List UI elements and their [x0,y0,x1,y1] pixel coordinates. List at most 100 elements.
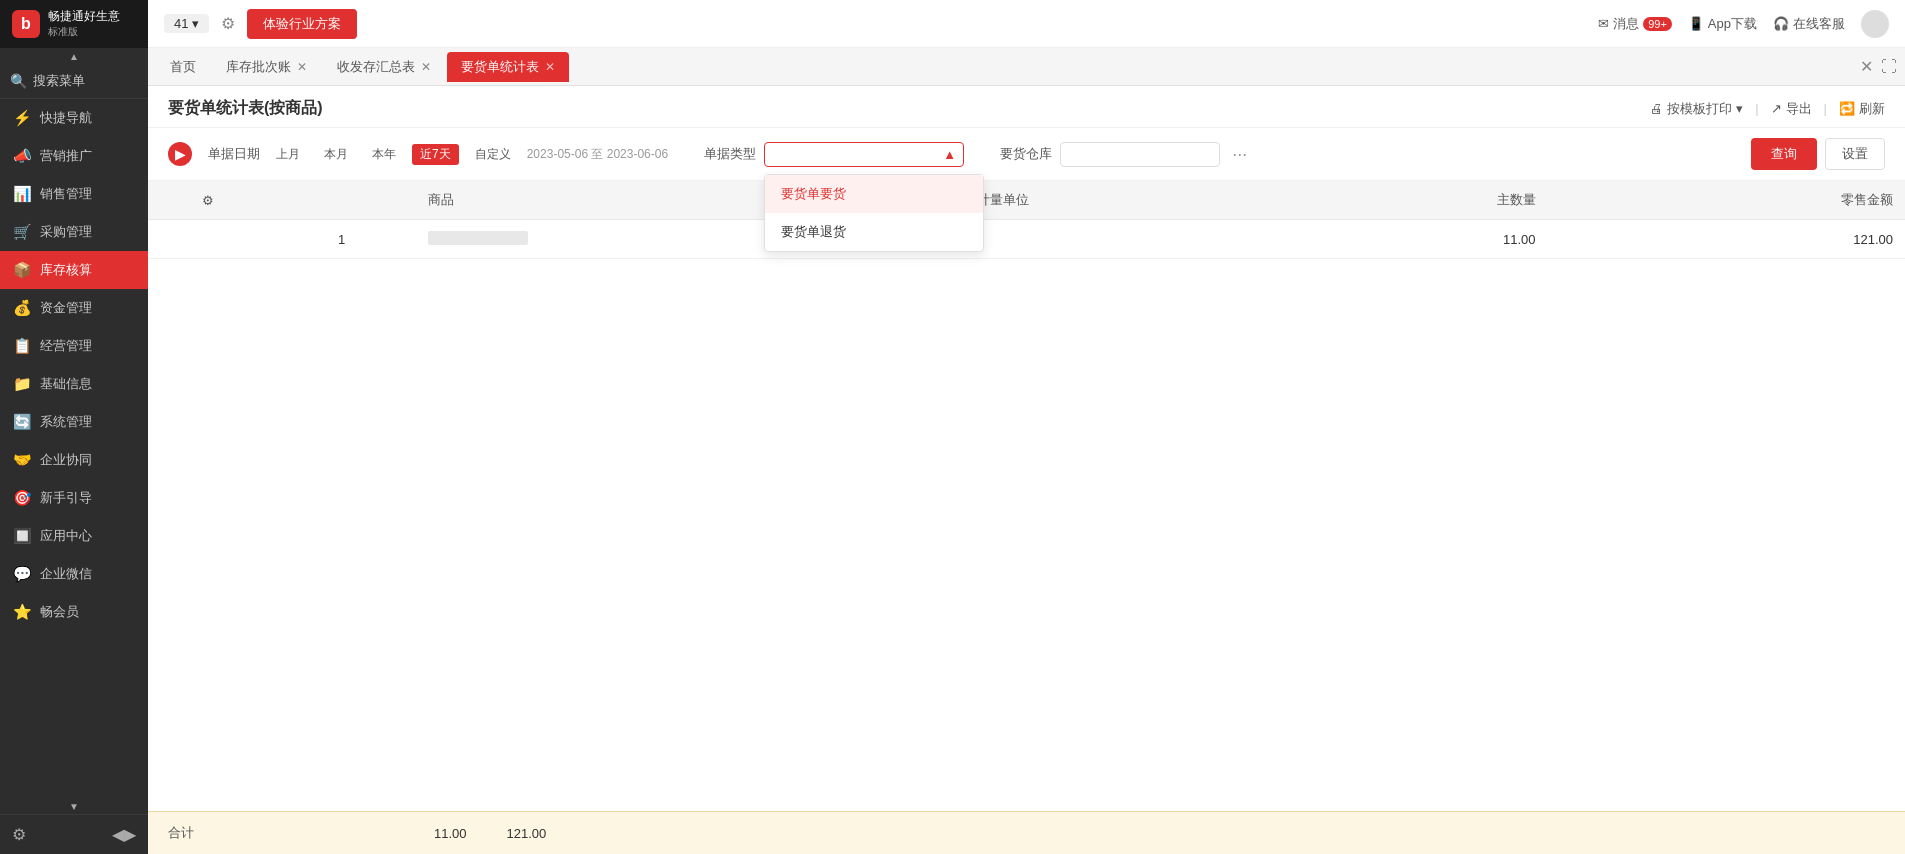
message-item[interactable]: ✉ 消息 99+ [1598,15,1672,33]
phone-icon: 📱 [1688,16,1704,31]
purchase-icon: 🛒 [12,223,32,241]
sidebar-item-wechat[interactable]: 💬 企业微信 [0,555,148,593]
user-avatar[interactable] [1861,10,1889,38]
date-last-7-btn[interactable]: 近7天 [412,144,459,165]
date-this-year-btn[interactable]: 本年 [364,144,404,165]
sidebar-item-sales[interactable]: 📊 销售管理 [0,175,148,213]
sidebar-item-label: 新手引导 [40,489,92,507]
sidebar-item-label: 企业微信 [40,565,92,583]
filter-expand-button[interactable]: ▶ [168,142,192,166]
total-qty: 11.00 [434,826,467,841]
setting-button[interactable]: 设置 [1825,138,1885,170]
sidebar-item-label: 营销推广 [40,147,92,165]
warehouse-filter-group: 要货仓库 ··· [1000,142,1247,167]
tab-inventory-batch[interactable]: 库存批次账 ✕ [212,52,321,82]
app-download-item[interactable]: 📱 App下载 [1688,15,1757,33]
collapse-icon[interactable]: ◀▶ [112,825,136,844]
table-row: 1 块 11.00 121.00 [148,220,1905,259]
sidebar-item-marketing[interactable]: 📣 营销推广 [0,137,148,175]
row-gear-cell [148,220,267,259]
table-footer: 合计 11.00 121.00 [148,811,1905,854]
sidebar-search[interactable]: 🔍 搜索菜单 [0,64,148,99]
column-qty: 主数量 [1250,181,1548,220]
tab-home-label: 首页 [170,58,196,76]
dropdown-item-label: 要货单退货 [781,224,846,239]
refresh-button[interactable]: 🔁 刷新 [1839,100,1885,118]
tab-collection-summary[interactable]: 收发存汇总表 ✕ [323,52,445,82]
type-filter-group: 单据类型 ▲ 要货单要货 要货单退货 [704,142,964,167]
chevron-up-icon[interactable]: ▲ [943,147,956,162]
sidebar-item-purchase[interactable]: 🛒 采购管理 [0,213,148,251]
sidebar-item-operation[interactable]: 📋 经营管理 [0,327,148,365]
tab-requisition-stats[interactable]: 要货单统计表 ✕ [447,52,569,82]
sidebar-item-label: 企业协同 [40,451,92,469]
tab-home[interactable]: 首页 [156,52,210,82]
refresh-icon: 🔁 [1839,101,1855,116]
row-unit-cell: 块 [952,220,1250,259]
dropdown-item-requisition-return[interactable]: 要货单退货 [765,213,983,251]
membership-icon: ⭐ [12,603,32,621]
date-custom-btn[interactable]: 自定义 [467,144,519,165]
trial-button[interactable]: 体验行业方案 [247,9,357,39]
dropdown-item-requisition-order[interactable]: 要货单要货 [765,175,983,213]
sidebar-item-label: 畅会员 [40,603,79,621]
sidebar-item-guide[interactable]: 🎯 新手引导 [0,479,148,517]
tab-count[interactable]: 41 ▾ [164,14,209,33]
chevron-down-icon: ▾ [1736,101,1743,116]
online-service-item[interactable]: 🎧 在线客服 [1773,15,1845,33]
date-filter-group: 单据日期 上月 本月 本年 近7天 自定义 2023-05-06 至 2023-… [208,144,668,165]
app-download-label: App下载 [1708,15,1757,33]
quick-nav-icon: ⚡ [12,109,32,127]
message-icon: ✉ [1598,16,1609,31]
close-icon[interactable]: ✕ [297,60,307,74]
query-button[interactable]: 查询 [1751,138,1817,170]
content-area: 要货单统计表(按商品) 🖨 按模板打印 ▾ | ↗ 导出 | 🔁 刷新 [148,86,1905,854]
settings-icon[interactable]: ⚙ [12,825,26,844]
refresh-label: 刷新 [1859,100,1885,118]
more-options-icon[interactable]: ··· [1232,144,1247,165]
column-gear[interactable]: ⚙ [148,181,267,220]
print-template-button[interactable]: 🖨 按模板打印 ▾ [1650,100,1743,118]
warehouse-filter-input[interactable] [1060,142,1220,167]
sidebar-item-quick-nav[interactable]: ⚡ 快捷导航 [0,99,148,137]
divider: | [1824,101,1827,116]
sidebar-item-basic[interactable]: 📁 基础信息 [0,365,148,403]
online-service-label: 在线客服 [1793,15,1845,33]
topbar-left: 41 ▾ ⚙ 体验行业方案 [164,9,357,39]
app-name: 畅捷通好生意 [48,9,120,25]
tab-requisition-stats-label: 要货单统计表 [461,58,539,76]
expand-icon[interactable]: ⛶ [1881,58,1897,76]
main-area: 41 ▾ ⚙ 体验行业方案 ✉ 消息 99+ 📱 App下载 🎧 在线客服 [148,0,1905,854]
sidebar-scroll-down[interactable]: ▼ [0,798,148,814]
system-icon: 🔄 [12,413,32,431]
sidebar-item-app-center[interactable]: 🔲 应用中心 [0,517,148,555]
export-button[interactable]: ↗ 导出 [1771,100,1812,118]
data-table: ⚙ 商品 主计量单位 主数量 零售金额 [148,181,1905,259]
tabs-bar: 首页 库存批次账 ✕ 收发存汇总表 ✕ 要货单统计表 ✕ ✕ ⛶ [148,48,1905,86]
tab-count-value: 41 [174,16,188,31]
headset-icon: 🎧 [1773,16,1789,31]
close-icon[interactable]: ✕ [545,60,555,74]
content-header: 要货单统计表(按商品) 🖨 按模板打印 ▾ | ↗ 导出 | 🔁 刷新 [148,86,1905,128]
sidebar-item-label: 库存核算 [40,261,92,279]
row-num-cell: 1 [267,220,416,259]
tab-inventory-batch-label: 库存批次账 [226,58,291,76]
row-qty-cell: 11.00 [1250,220,1548,259]
export-icon: ↗ [1771,101,1782,116]
date-this-month-btn[interactable]: 本月 [316,144,356,165]
sidebar-scroll-up[interactable]: ▲ [0,48,148,64]
type-filter-input[interactable] [764,142,964,167]
sidebar-item-inventory[interactable]: 📦 库存核算 [0,251,148,289]
close-icon[interactable]: ✕ [421,60,431,74]
gear-icon[interactable]: ⚙ [221,14,235,33]
sidebar-item-enterprise[interactable]: 🤝 企业协同 [0,441,148,479]
close-all-icon[interactable]: ✕ [1860,57,1873,76]
sidebar-item-finance[interactable]: 💰 资金管理 [0,289,148,327]
sidebar-item-membership[interactable]: ⭐ 畅会员 [0,593,148,631]
marketing-icon: 📣 [12,147,32,165]
sidebar: b 畅捷通好生意 标准版 ▲ 🔍 搜索菜单 ⚡ 快捷导航 📣 营销推广 📊 销售… [0,0,148,854]
column-unit: 主计量单位 [952,181,1250,220]
sidebar-item-system[interactable]: 🔄 系统管理 [0,403,148,441]
date-last-month-btn[interactable]: 上月 [268,144,308,165]
sales-icon: 📊 [12,185,32,203]
